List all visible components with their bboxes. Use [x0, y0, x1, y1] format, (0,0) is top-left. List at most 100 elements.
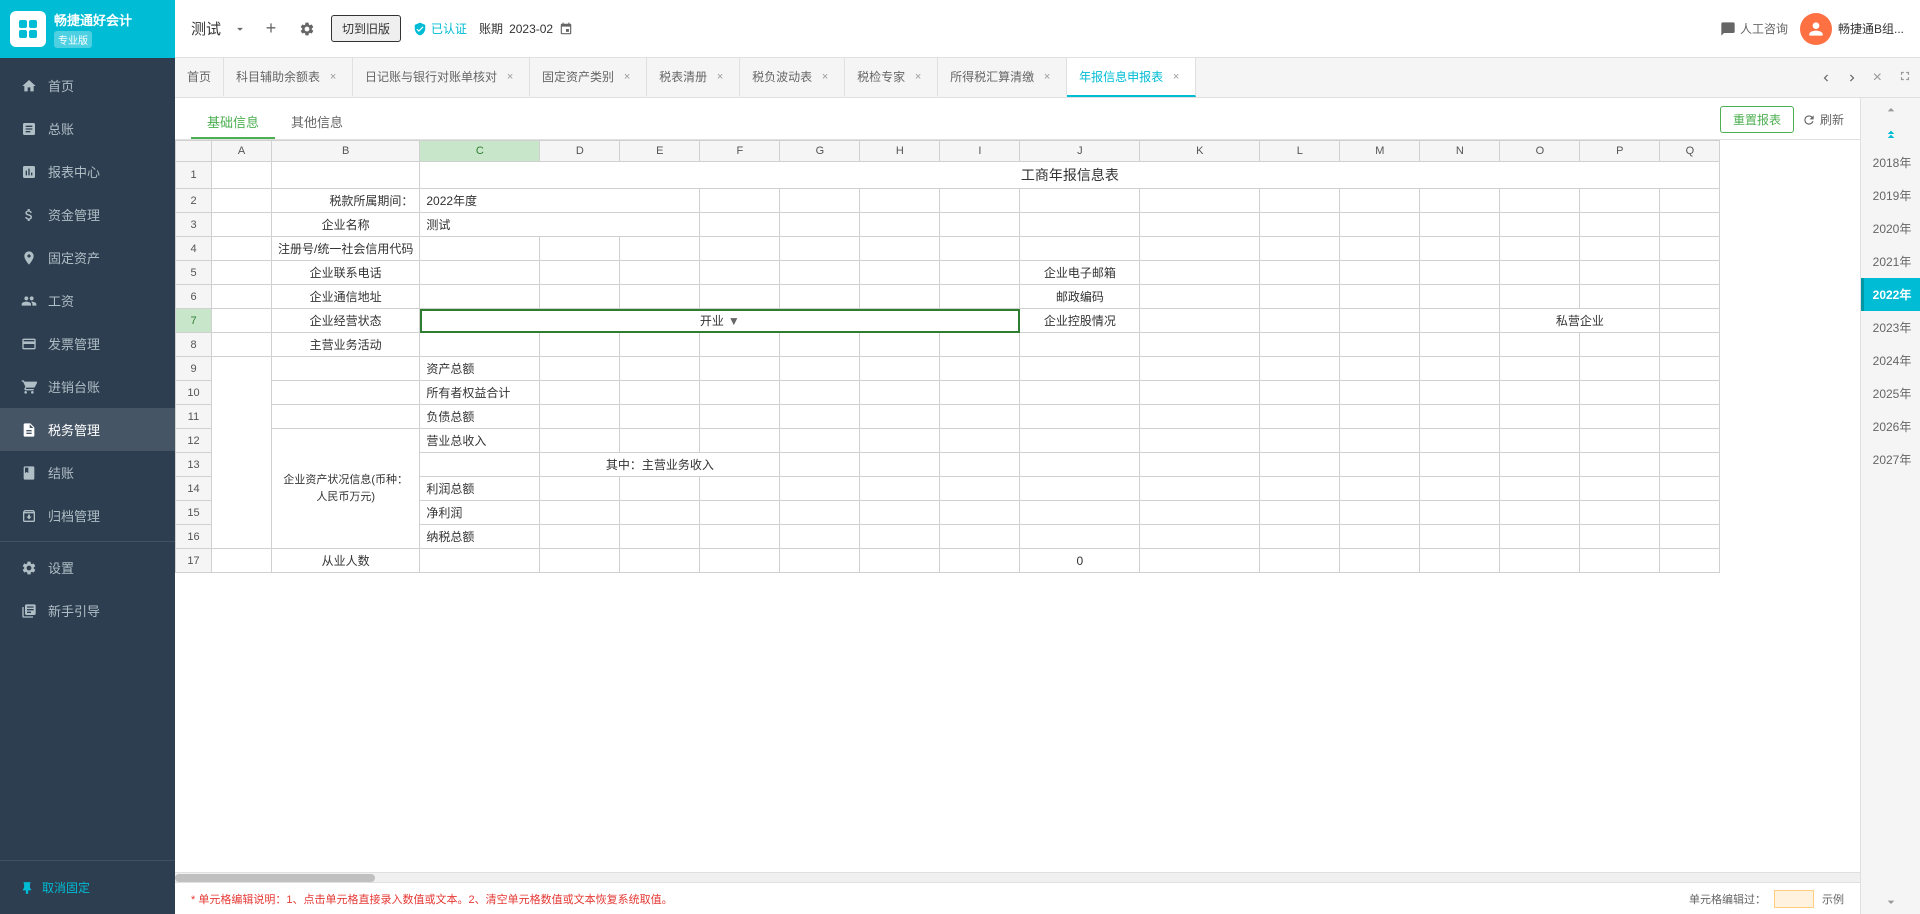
- cell-16-G[interactable]: [780, 525, 860, 549]
- cell-6-F[interactable]: [700, 285, 780, 309]
- cell-13-H[interactable]: [860, 453, 940, 477]
- cell-3-Q[interactable]: [1660, 213, 1720, 237]
- cell-10-P[interactable]: [1580, 381, 1660, 405]
- year-item-2023[interactable]: 2023年: [1861, 311, 1920, 344]
- cell-11-I[interactable]: [940, 405, 1020, 429]
- cell-2-H[interactable]: [860, 189, 940, 213]
- cell-13-N[interactable]: [1420, 453, 1500, 477]
- cell-11-G[interactable]: [780, 405, 860, 429]
- cell-8-E[interactable]: [620, 333, 700, 357]
- cell-8-B[interactable]: 主营业务活动: [272, 333, 420, 357]
- sidebar-item-tax[interactable]: 税务管理: [0, 408, 175, 451]
- cell-15-M[interactable]: [1340, 501, 1420, 525]
- cell-12-L[interactable]: [1260, 429, 1340, 453]
- tab-home[interactable]: 首页: [175, 58, 224, 97]
- cell-4-C[interactable]: [420, 237, 540, 261]
- cell-16-K[interactable]: [1140, 525, 1260, 549]
- cell-6-D[interactable]: [540, 285, 620, 309]
- cell-13-L[interactable]: [1260, 453, 1340, 477]
- cell-17-A[interactable]: [212, 549, 272, 573]
- cell-14-C[interactable]: 利润总额: [420, 477, 540, 501]
- hscroll-thumb[interactable]: [175, 874, 375, 882]
- cell-3-J[interactable]: [1020, 213, 1140, 237]
- cell-11-J[interactable]: [1020, 405, 1140, 429]
- cell-12-M[interactable]: [1340, 429, 1420, 453]
- cell-8-K[interactable]: [1140, 333, 1260, 357]
- cell-17-K[interactable]: [1140, 549, 1260, 573]
- sidebar-item-money[interactable]: 资金管理: [0, 193, 175, 236]
- cell-14-O[interactable]: [1500, 477, 1580, 501]
- cell-4-D[interactable]: [540, 237, 620, 261]
- cell-14-F[interactable]: [700, 477, 780, 501]
- cell-11-O[interactable]: [1500, 405, 1580, 429]
- cell-10-G[interactable]: [780, 381, 860, 405]
- user-menu[interactable]: 畅捷通B组...: [1800, 13, 1904, 45]
- tab-close-icon[interactable]: ×: [713, 70, 727, 84]
- cell-15-N[interactable]: [1420, 501, 1500, 525]
- cell-17-I[interactable]: [940, 549, 1020, 573]
- cell-10-E[interactable]: [620, 381, 700, 405]
- cell-8-D[interactable]: [540, 333, 620, 357]
- cell-6-M[interactable]: [1340, 285, 1420, 309]
- cell-10-F[interactable]: [700, 381, 780, 405]
- cell-12-F[interactable]: [700, 429, 780, 453]
- cell-2-M[interactable]: [1340, 189, 1420, 213]
- cell-13-I[interactable]: [940, 453, 1020, 477]
- cell-16-J[interactable]: [1020, 525, 1140, 549]
- cell-11-F[interactable]: [700, 405, 780, 429]
- cell-14-J[interactable]: [1020, 477, 1140, 501]
- cell-14-K[interactable]: [1140, 477, 1260, 501]
- cell-2-B[interactable]: 税款所属期间：: [272, 189, 420, 213]
- cell-10-H[interactable]: [860, 381, 940, 405]
- cell-8-C[interactable]: [420, 333, 540, 357]
- cell-4-F[interactable]: [700, 237, 780, 261]
- cell-14-M[interactable]: [1340, 477, 1420, 501]
- cell-5-L[interactable]: [1260, 261, 1340, 285]
- sidebar-item-settings[interactable]: 设置: [0, 546, 175, 589]
- cell-15-P[interactable]: [1580, 501, 1660, 525]
- cell-1-title[interactable]: 工商年报信息表: [420, 162, 1720, 189]
- tab-close-icon[interactable]: ×: [1040, 70, 1054, 84]
- year-item-2019[interactable]: 2019年: [1861, 179, 1920, 212]
- reset-button[interactable]: 重置报表: [1720, 106, 1794, 133]
- cell-16-N[interactable]: [1420, 525, 1500, 549]
- cell-11-C[interactable]: 负债总额: [420, 405, 540, 429]
- cell-15-J[interactable]: [1020, 501, 1140, 525]
- cell-9-A[interactable]: [212, 357, 272, 549]
- cell-6-P[interactable]: [1580, 285, 1660, 309]
- cell-15-E[interactable]: [620, 501, 700, 525]
- cell-9-H[interactable]: [860, 357, 940, 381]
- cell-16-D[interactable]: [540, 525, 620, 549]
- cell-14-L[interactable]: [1260, 477, 1340, 501]
- cell-4-P[interactable]: [1580, 237, 1660, 261]
- cell-4-E[interactable]: [620, 237, 700, 261]
- cell-9-K[interactable]: [1140, 357, 1260, 381]
- cell-9-G[interactable]: [780, 357, 860, 381]
- cell-6-A[interactable]: [212, 285, 272, 309]
- cell-4-H[interactable]: [860, 237, 940, 261]
- cell-5-H[interactable]: [860, 261, 940, 285]
- cell-11-L[interactable]: [1260, 405, 1340, 429]
- cell-16-P[interactable]: [1580, 525, 1660, 549]
- sidebar-item-home[interactable]: 首页: [0, 64, 175, 107]
- cell-3-A[interactable]: [212, 213, 272, 237]
- cell-15-I[interactable]: [940, 501, 1020, 525]
- cell-6-N[interactable]: [1420, 285, 1500, 309]
- inner-tab-other[interactable]: 其他信息: [275, 106, 359, 139]
- cell-17-D[interactable]: [540, 549, 620, 573]
- cell-12-N[interactable]: [1420, 429, 1500, 453]
- cell-10-Q[interactable]: [1660, 381, 1720, 405]
- cell-1-B[interactable]: [272, 162, 420, 189]
- cell-6-Q[interactable]: [1660, 285, 1720, 309]
- cell-3-I[interactable]: [940, 213, 1020, 237]
- cell-3-G[interactable]: [780, 213, 860, 237]
- cell-6-K[interactable]: [1140, 285, 1260, 309]
- tab-tax-expert[interactable]: 税检专家 ×: [845, 58, 938, 97]
- cell-2-P[interactable]: [1580, 189, 1660, 213]
- cell-8-Q[interactable]: [1660, 333, 1720, 357]
- cell-15-D[interactable]: [540, 501, 620, 525]
- cell-17-H[interactable]: [860, 549, 940, 573]
- cell-15-L[interactable]: [1260, 501, 1340, 525]
- pin-button[interactable]: 取消固定: [0, 869, 175, 906]
- cell-9-F[interactable]: [700, 357, 780, 381]
